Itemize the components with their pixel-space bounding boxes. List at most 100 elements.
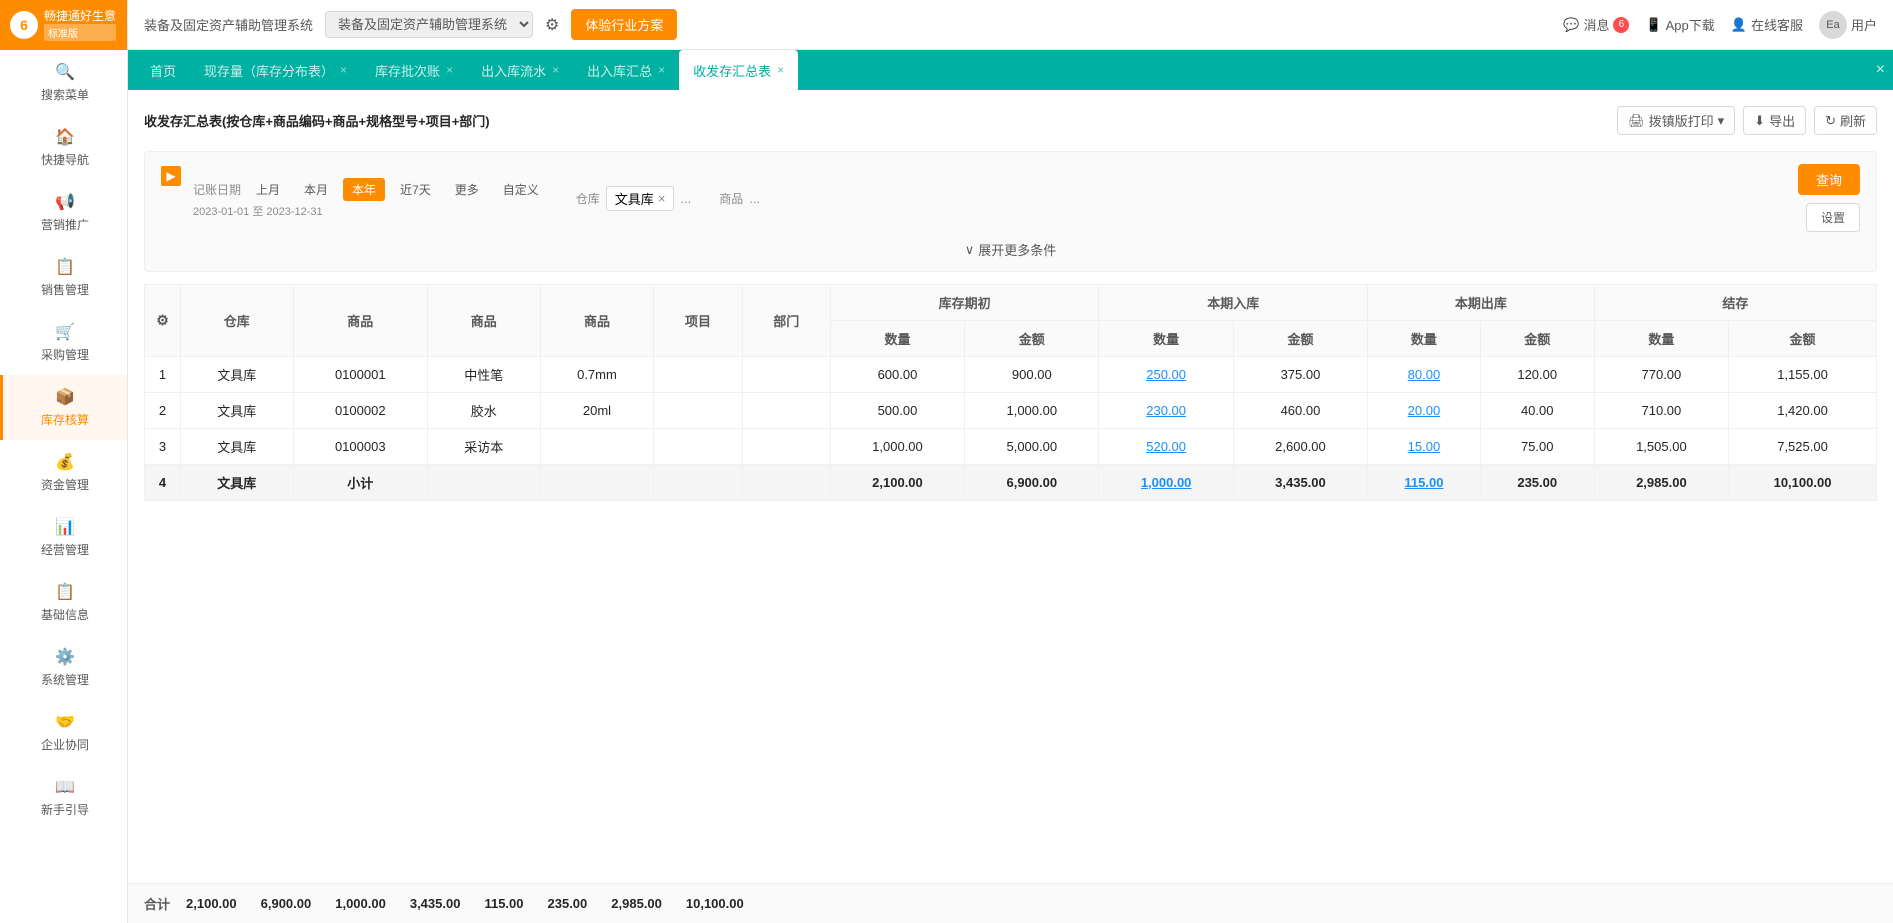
tab-flow[interactable]: 出入库流水 × [467,50,573,90]
enterprise-icon: 🤝 [55,712,75,732]
print-button[interactable]: 🖨 拨镇版打印 ▾ [1617,106,1735,135]
row1-no: 1 [145,357,181,393]
tab-receipt-summary-close[interactable]: × [777,63,784,77]
tab-batch[interactable]: 库存批次账 × [361,50,467,90]
subtotal-row: 4 文具库 小计 2,100.00 6,900.00 1,000.00 3,43… [145,465,1877,501]
tab-inventory-dist[interactable]: 现存量（库存分布表） × [190,50,361,90]
subtotal-out-qty[interactable]: 115.00 [1368,465,1481,501]
th-open-amt: 金额 [965,321,1099,357]
row3-dept [742,429,830,465]
system-icon: ⚙️ [55,647,75,667]
row3-warehouse: 文具库 [181,429,294,465]
finance-icon: 💰 [55,452,75,472]
gear-icon[interactable]: ⚙ [545,15,559,35]
sidebar-item-enterprise[interactable]: 🤝 企业协同 [0,700,127,765]
filter-toggle-arrow[interactable]: ▶ [161,166,181,186]
date-btn-7days[interactable]: 近7天 [391,178,440,201]
online-service-label: 在线客服 [1751,15,1803,34]
th-out-qty: 数量 [1368,321,1481,357]
marketing-icon: 📢 [55,192,75,212]
tab-batch-close[interactable]: × [446,63,453,77]
row2-dept [742,393,830,429]
sidebar-item-inventory[interactable]: 📦 库存核算 [0,375,127,440]
sidebar-item-search[interactable]: 🔍 搜索菜单 [0,50,127,115]
service-icon: 👤 [1731,17,1747,33]
trial-button[interactable]: 体验行业方案 [571,9,677,40]
message-button[interactable]: 💬 消息 6 [1563,15,1629,34]
search-icon: 🔍 [55,62,75,82]
row2-out-qty-link[interactable]: 20.00 [1408,403,1441,418]
app-download-button[interactable]: 📱 App下载 [1645,15,1714,34]
sidebar-item-label-enterprise: 企业协同 [41,736,89,753]
row3-project [654,429,742,465]
th-in-group: 本期入库 [1099,285,1368,321]
tab-receipt-summary[interactable]: 收发存汇总表 × [679,50,798,90]
system-selector[interactable]: 装备及固定资产辅助管理系统 [325,11,533,38]
th-goods-code: 商品 [293,285,427,357]
expand-more-icon: ∨ [965,242,975,258]
row3-in-qty[interactable]: 520.00 [1099,429,1233,465]
date-btn-this-year[interactable]: 本年 [343,178,385,201]
row1-out-qty-link[interactable]: 80.00 [1408,367,1441,382]
sidebar-item-sales[interactable]: 📋 销售管理 [0,245,127,310]
sidebar-item-operations[interactable]: 📊 经营管理 [0,505,127,570]
row1-out-qty[interactable]: 80.00 [1368,357,1481,393]
subtotal-out-qty-link[interactable]: 115.00 [1404,475,1443,490]
date-btn-custom[interactable]: 自定义 [494,178,548,201]
subtotal-open-amt: 6,900.00 [965,465,1099,501]
row3-goods-name: 采访本 [427,429,540,465]
row1-in-qty[interactable]: 250.00 [1099,357,1233,393]
system-title: 装备及固定资产辅助管理系统 [144,15,313,34]
close-all-tabs-button[interactable]: × [1876,61,1885,79]
inventory-icon: 📦 [55,387,75,407]
refresh-icon: ↻ [1825,113,1836,129]
sidebar-item-finance[interactable]: 💰 资金管理 [0,440,127,505]
date-btn-this-month[interactable]: 本月 [295,178,337,201]
subtotal-label: 小计 [293,465,427,501]
warehouse-tag-close[interactable]: × [658,191,666,206]
tab-home[interactable]: 首页 [136,50,190,90]
th-open-qty: 数量 [830,321,964,357]
refresh-label: 刷新 [1840,111,1866,130]
row2-out-qty[interactable]: 20.00 [1368,393,1481,429]
row3-in-qty-link[interactable]: 520.00 [1146,439,1186,454]
tab-summary-in-out-label: 出入库汇总 [587,61,652,80]
sidebar-item-system[interactable]: ⚙️ 系统管理 [0,635,127,700]
sidebar-item-basic[interactable]: 📋 基础信息 [0,570,127,635]
expand-more-button[interactable]: ∨ 展开更多条件 [161,240,1860,259]
sidebar-item-guide[interactable]: 📖 新手引导 [0,765,127,830]
setting-button[interactable]: 设置 [1806,203,1860,232]
row2-in-qty[interactable]: 230.00 [1099,393,1233,429]
warehouse-filter-ellipsis[interactable]: ... [680,191,691,206]
subtotal-in-amt: 3,435.00 [1233,465,1367,501]
print-label: 拨镇版打印 [1649,111,1714,130]
tab-summary-in-out[interactable]: 出入库汇总 × [573,50,679,90]
query-button[interactable]: 查询 [1798,164,1860,195]
sidebar-item-quick-nav[interactable]: 🏠 快捷导航 [0,115,127,180]
row3-out-qty[interactable]: 15.00 [1368,429,1481,465]
row2-in-qty-link[interactable]: 230.00 [1146,403,1186,418]
refresh-button[interactable]: ↻ 刷新 [1814,106,1877,135]
th-goods-spec: 商品 [540,285,654,357]
user-button[interactable]: Ea 用户 [1819,11,1877,39]
tab-summary-in-out-close[interactable]: × [658,63,665,77]
subtotal-in-qty-link[interactable]: 1,000.00 [1141,475,1192,490]
column-settings-icon[interactable]: ⚙ [156,312,169,328]
tab-inventory-dist-close[interactable]: × [340,63,347,77]
date-btn-more[interactable]: 更多 [446,178,488,201]
goods-filter-label: 商品 [719,190,743,207]
date-btn-last-month[interactable]: 上月 [247,178,289,201]
row2-goods-name: 胶水 [427,393,540,429]
row3-out-qty-link[interactable]: 15.00 [1408,439,1441,454]
row1-in-qty-link[interactable]: 250.00 [1146,367,1186,382]
filter-actions: 查询 设置 [1798,164,1860,232]
sidebar-item-marketing[interactable]: 📢 营销推广 [0,180,127,245]
subtotal-in-qty[interactable]: 1,000.00 [1099,465,1233,501]
subtotal-bal-qty: 2,985.00 [1594,465,1728,501]
sidebar-item-purchase[interactable]: 🛒 采购管理 [0,310,127,375]
online-service-button[interactable]: 👤 在线客服 [1731,15,1803,34]
subtotal-warehouse: 文具库 [181,465,294,501]
tab-flow-close[interactable]: × [552,63,559,77]
export-button[interactable]: ⬇ 导出 [1743,106,1806,135]
goods-filter-ellipsis[interactable]: ... [749,191,760,206]
